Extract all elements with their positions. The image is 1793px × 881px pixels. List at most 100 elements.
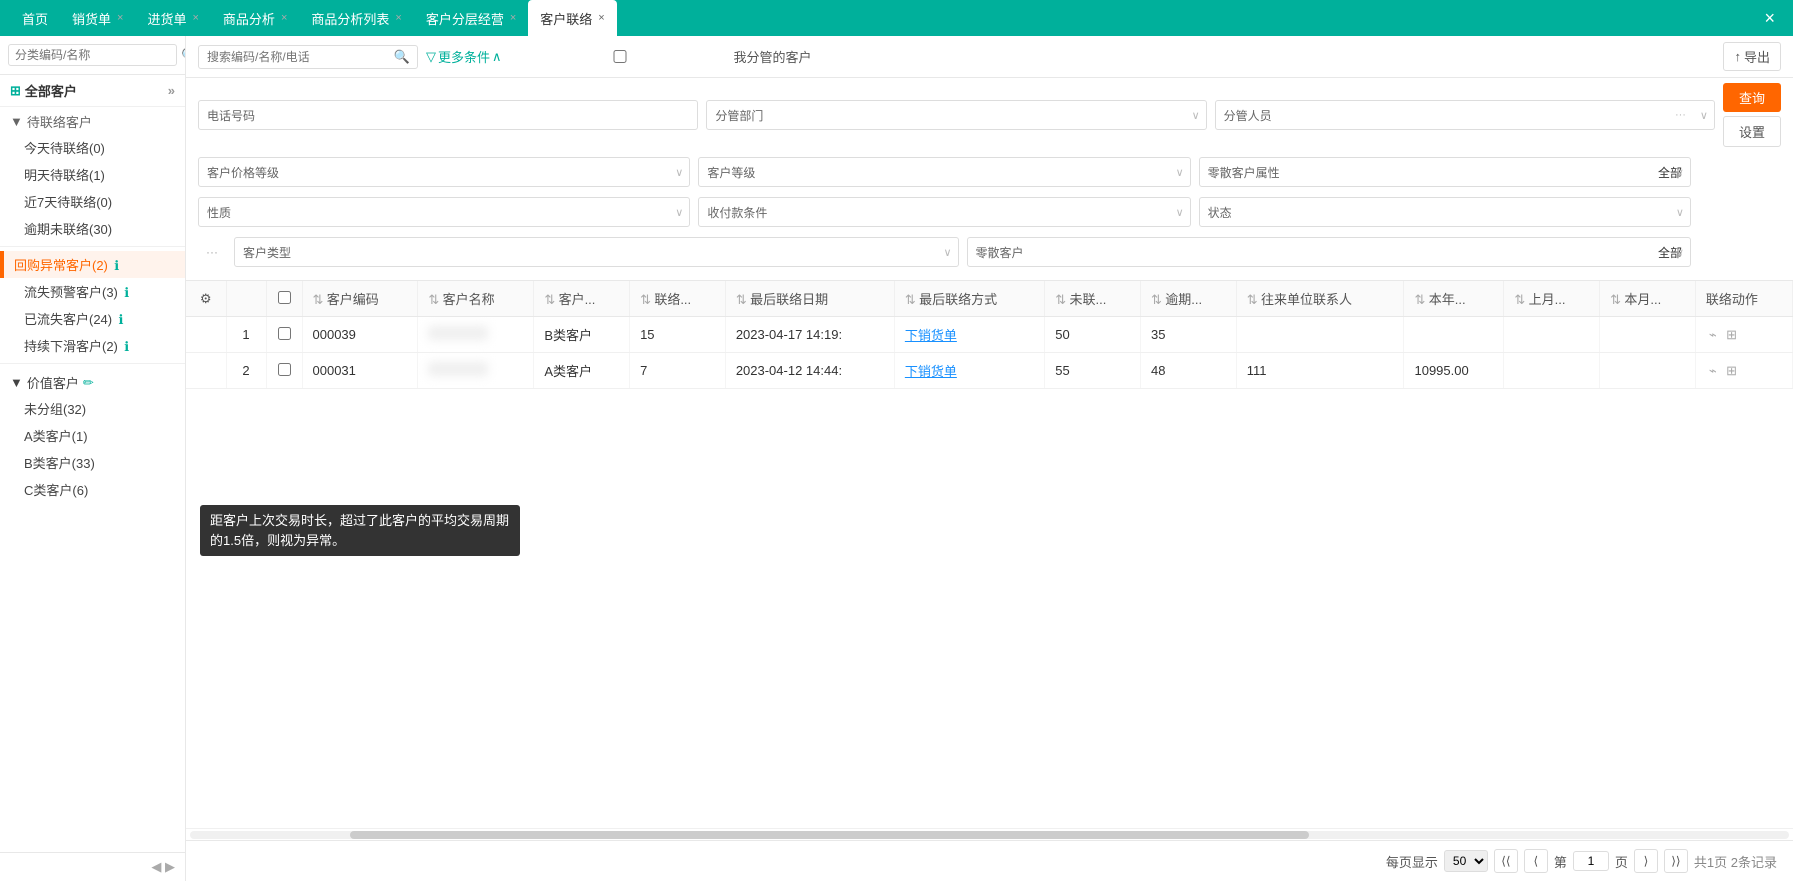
sidebar-item-overdue[interactable]: 逾期未联络(30) bbox=[0, 215, 185, 242]
nav-product-list-close[interactable]: × bbox=[395, 12, 401, 24]
sidebar-item-tomorrow[interactable]: 明天待联络(1) bbox=[0, 161, 185, 188]
my-customers-checkbox-area: 我分管的客户 bbox=[510, 47, 812, 66]
nav-customer-contact-close[interactable]: × bbox=[598, 12, 604, 24]
main-layout: 🔍 ⊞ 全部客户 » ▼ 待联络客户 今天待联络(0) 明天待联络(1) 近7天… bbox=[0, 36, 1793, 881]
my-customers-checkbox[interactable] bbox=[510, 50, 730, 63]
nav-sales-close[interactable]: × bbox=[117, 12, 123, 24]
nav-product-list[interactable]: 商品分析列表 × bbox=[299, 0, 413, 36]
sidebar-item-repurchase-abnormal[interactable]: 回购异常客户(2) ℹ bbox=[4, 251, 185, 278]
chevron-down-icon: ∧ bbox=[492, 49, 502, 65]
nav-customer-tier[interactable]: 客户分层经营 × bbox=[414, 0, 528, 36]
last-page-button[interactable]: ⟩⟩ bbox=[1664, 849, 1688, 873]
filter-phone-input[interactable] bbox=[261, 108, 689, 122]
sidebar-collapse-icon[interactable]: » bbox=[168, 83, 175, 98]
per-page-select[interactable]: 50 bbox=[1444, 850, 1488, 872]
more-conditions-button[interactable]: ▽ 更多条件 ∧ bbox=[426, 47, 502, 66]
settings-button[interactable]: 设置 bbox=[1723, 116, 1781, 147]
sidebar-search-input[interactable] bbox=[8, 44, 177, 66]
nav-sales[interactable]: 销货单 × bbox=[60, 0, 135, 36]
sort-icon-lmonth: ⇅ bbox=[1514, 292, 1525, 307]
horizontal-scrollbar[interactable] bbox=[186, 828, 1793, 840]
filter-nature[interactable]: 性质 ∨ bbox=[198, 197, 690, 227]
th-check[interactable] bbox=[266, 281, 302, 317]
action-grid-icon-2[interactable]: ⊞ bbox=[1726, 363, 1737, 378]
th-contact[interactable]: ⇅ 联络... bbox=[630, 281, 726, 317]
filter-more-dots[interactable]: ··· bbox=[206, 245, 218, 259]
filter-dept[interactable]: 分管部门 ∨ bbox=[706, 100, 1206, 130]
th-last-contact-method[interactable]: ⇅ 最后联络方式 bbox=[894, 281, 1044, 317]
filter-customer-type[interactable]: 客户类型 ∨ bbox=[234, 237, 959, 267]
filter-phone[interactable]: 电话号码 bbox=[198, 100, 698, 130]
sidebar-item-ungroups[interactable]: 未分组(32) bbox=[0, 395, 185, 422]
td-check-1[interactable] bbox=[266, 317, 302, 353]
prev-page-button[interactable]: ⟨ bbox=[1524, 849, 1548, 873]
sort-icon-year: ⇅ bbox=[1414, 292, 1425, 307]
gear-icon[interactable]: ⚙ bbox=[200, 291, 212, 306]
action-link-icon-2[interactable]: ⌁ bbox=[1709, 363, 1717, 378]
th-last-month[interactable]: ⇅ 上月... bbox=[1504, 281, 1600, 317]
scroll-track[interactable] bbox=[190, 831, 1789, 839]
filter-payment[interactable]: 收付款条件 ∨ bbox=[698, 197, 1190, 227]
filter-person-more[interactable]: ··· bbox=[1675, 109, 1686, 121]
td-name-2 bbox=[418, 353, 534, 389]
table-row: 1 000039 B类客户 bbox=[186, 317, 1793, 353]
nav-purchase[interactable]: 进货单 × bbox=[135, 0, 210, 36]
td-check-2[interactable] bbox=[266, 353, 302, 389]
th-action: 联络动作 bbox=[1695, 281, 1792, 317]
table-area[interactable]: ⚙ ⇅ 客户编码 ⇅ 客户名 bbox=[186, 281, 1793, 828]
td-contact-1: 15 bbox=[630, 317, 726, 353]
sidebar-group-value[interactable]: ▼ 价值客户 ✏ bbox=[0, 368, 185, 395]
select-all-checkbox[interactable] bbox=[278, 291, 291, 304]
th-overdue[interactable]: ⇅ 逾期... bbox=[1141, 281, 1237, 317]
filter-price-grade[interactable]: 客户价格等级 ∨ bbox=[198, 157, 690, 187]
page-number-input[interactable] bbox=[1573, 851, 1609, 871]
th-uncontacted[interactable]: ⇅ 未联... bbox=[1045, 281, 1141, 317]
value-group-edit-icon[interactable]: ✏ bbox=[83, 375, 94, 391]
th-type[interactable]: ⇅ 客户... bbox=[534, 281, 630, 317]
sidebar-item-churn-warning[interactable]: 流失预警客户(3) ℹ bbox=[0, 278, 185, 305]
query-button[interactable]: 查询 bbox=[1723, 83, 1781, 112]
th-code[interactable]: ⇅ 客户编码 bbox=[302, 281, 418, 317]
nav-home[interactable]: 首页 bbox=[10, 0, 60, 36]
first-page-button[interactable]: ⟨⟨ bbox=[1494, 849, 1518, 873]
th-unit-contact[interactable]: ⇅ 往来单位联系人 bbox=[1236, 281, 1404, 317]
th-this-year[interactable]: ⇅ 本年... bbox=[1404, 281, 1504, 317]
nav-purchase-close[interactable]: × bbox=[192, 12, 198, 24]
nav-product-analysis-close[interactable]: × bbox=[281, 12, 287, 24]
action-grid-icon-1[interactable]: ⊞ bbox=[1726, 327, 1737, 342]
sidebar-item-class-b[interactable]: B类客户(33) bbox=[0, 449, 185, 476]
th-last-contact-date[interactable]: ⇅ 最后联络日期 bbox=[725, 281, 894, 317]
nav-customer-contact[interactable]: 客户联络 × bbox=[528, 0, 616, 36]
sidebar-item-today[interactable]: 今天待联络(0) bbox=[0, 134, 185, 161]
td-action-2: ⌁ ⊞ bbox=[1695, 353, 1792, 389]
action-link-icon-1[interactable]: ⌁ bbox=[1709, 327, 1717, 342]
export-button[interactable]: ↑ 导出 bbox=[1723, 42, 1781, 71]
nav-customer-tier-close[interactable]: × bbox=[510, 12, 516, 24]
row-checkbox-2[interactable] bbox=[278, 363, 291, 376]
row-checkbox-1[interactable] bbox=[278, 327, 291, 340]
search-input[interactable] bbox=[198, 45, 418, 69]
filter-customer-grade[interactable]: 客户等级 ∨ bbox=[698, 157, 1190, 187]
th-name[interactable]: ⇅ 客户名称 bbox=[418, 281, 534, 317]
td-action-1: ⌁ ⊞ bbox=[1695, 317, 1792, 353]
sidebar-item-class-c[interactable]: C类客户(6) bbox=[0, 476, 185, 503]
th-this-month[interactable]: ⇅ 本月... bbox=[1600, 281, 1696, 317]
next-page-button[interactable]: ⟩ bbox=[1634, 849, 1658, 873]
sidebar-item-declining[interactable]: 持续下滑客户(2) ℹ bbox=[0, 332, 185, 359]
sidebar-item-7days[interactable]: 近7天待联络(0) bbox=[0, 188, 185, 215]
filter-area: 电话号码 分管部门 ∨ 分管人员 ··· ∨ 查询 设置 bbox=[186, 78, 1793, 281]
filter-person[interactable]: 分管人员 ··· ∨ bbox=[1215, 100, 1715, 130]
scroll-thumb[interactable] bbox=[350, 831, 1309, 839]
grid-icon: ⊞ bbox=[10, 83, 21, 99]
sidebar-all-customers[interactable]: ⊞ 全部客户 » bbox=[0, 75, 185, 107]
sidebar-item-churned[interactable]: 已流失客户(24) ℹ bbox=[0, 305, 185, 332]
sidebar-group-pending[interactable]: ▼ 待联络客户 bbox=[0, 107, 185, 134]
filter-retail-attr[interactable]: 零散客户属性 全部 ∨ bbox=[1199, 157, 1691, 187]
filter-retail-customer[interactable]: 零散客户 全部 ∨ bbox=[967, 237, 1692, 267]
filter-status[interactable]: 状态 ∨ bbox=[1199, 197, 1691, 227]
th-gear[interactable]: ⚙ bbox=[186, 281, 226, 317]
sidebar-bottom-arrow[interactable]: ◀ ▶ bbox=[151, 859, 175, 875]
window-close-button[interactable]: × bbox=[1756, 8, 1783, 29]
sidebar-item-class-a[interactable]: A类客户(1) bbox=[0, 422, 185, 449]
nav-product-analysis[interactable]: 商品分析 × bbox=[211, 0, 299, 36]
